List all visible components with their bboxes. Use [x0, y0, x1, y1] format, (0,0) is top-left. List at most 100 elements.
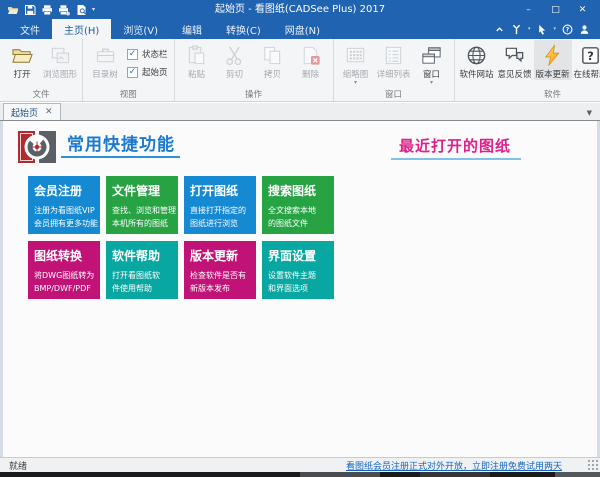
- tile-open-drawing[interactable]: 打开图纸 直接打开指定的 图纸进行浏览: [184, 176, 256, 234]
- detail-list-icon: [385, 46, 402, 65]
- tools-dropdown-icon[interactable]: ▾: [528, 26, 531, 32]
- detail-list-button: 详细列表: [375, 40, 413, 80]
- print-preview-icon[interactable]: [75, 4, 87, 16]
- tab-convert[interactable]: 转换(C): [214, 19, 273, 39]
- start-page-content: 常用快捷功能 最近打开的图纸 会员注册 注册为看图纸VIP 会员拥有更多功能 文…: [0, 121, 600, 457]
- scissors-icon: [226, 46, 242, 66]
- ribbon-group-operations: 粘贴 剪切 拷贝 删除 操作: [175, 39, 334, 101]
- pointer-dropdown-icon[interactable]: ▾: [553, 26, 556, 32]
- ribbon-group-file: 打开 浏览图形 文件: [0, 39, 83, 101]
- version-update-button[interactable]: 版本更新: [533, 40, 572, 80]
- maximize-button[interactable]: □: [542, 0, 569, 19]
- tab-list-dropdown-icon[interactable]: ▼: [587, 109, 600, 120]
- startpage-checkbox-row[interactable]: ✓ 起始页: [127, 66, 168, 78]
- status-ready-text: 就绪: [9, 461, 28, 472]
- directory-tree-button: 目录树: [86, 40, 124, 80]
- help-circle-icon[interactable]: ?: [562, 24, 573, 35]
- tab-edit[interactable]: 编辑: [170, 19, 214, 39]
- paste-button: 粘贴: [178, 40, 216, 80]
- recent-drawings-heading: 最近打开的图纸: [399, 137, 512, 155]
- open-file-icon[interactable]: [7, 4, 19, 16]
- tile-member-register[interactable]: 会员注册 注册为看图纸VIP 会员拥有更多功能: [28, 176, 100, 234]
- view-checkboxes: ✓ 状态栏 ✓ 起始页: [127, 40, 168, 78]
- help-box-icon: ?: [582, 47, 599, 64]
- ribbon-group-window: 缩略图 ▾ 详细列表 窗口 ▾ 窗口: [334, 39, 455, 101]
- tab-browse[interactable]: 浏览(V): [111, 19, 170, 39]
- user-account-icon[interactable]: [579, 24, 590, 35]
- window-controls: – □ ✕: [515, 0, 600, 19]
- statusbar-checkbox-row[interactable]: ✓ 状态栏: [127, 48, 168, 60]
- taskbar-item-blur: [420, 472, 490, 477]
- ribbon-group-view: 目录树 ✓ 状态栏 ✓ 起始页 视图: [83, 39, 175, 101]
- print-icon[interactable]: [41, 4, 53, 16]
- tab-netdisk[interactable]: 网盘(N): [273, 19, 332, 39]
- status-bar: 就绪 看图纸会员注册正式对外开放，立即注册免费试用两天: [0, 457, 600, 472]
- qat-customize-icon[interactable]: ▾: [92, 6, 95, 13]
- briefcase-icon: [96, 48, 114, 63]
- tab-start-page[interactable]: 起始页 ✕: [3, 103, 61, 120]
- cut-button: 剪切: [216, 40, 254, 80]
- tile-drawing-convert[interactable]: 图纸转换 将DWG图纸转为 BMP/DWF/PDF: [28, 241, 100, 299]
- delete-button: 删除: [292, 40, 330, 80]
- tile-software-help[interactable]: 软件帮助 打开看图纸软 件使用帮助: [106, 241, 178, 299]
- group-label-window: 窗口: [385, 90, 403, 100]
- save-icon[interactable]: [24, 4, 36, 16]
- start-page-tab-label: 起始页: [11, 108, 39, 119]
- cadsee-logo: [18, 131, 56, 163]
- member-register-link[interactable]: 看图纸会员注册正式对外开放，立即注册免费试用两天: [346, 459, 562, 472]
- online-help-button[interactable]: ? 在线帮助: [572, 40, 600, 80]
- feedback-bubbles-icon: [505, 47, 524, 63]
- taskbar-edge-strip: [0, 472, 600, 477]
- group-label-operations: 操作: [245, 90, 263, 100]
- window-button[interactable]: 窗口 ▾: [413, 40, 451, 86]
- svg-text:?: ?: [587, 49, 594, 63]
- thumbnail-grid-icon: [346, 47, 365, 63]
- statusbar-checkbox[interactable]: ✓: [127, 48, 138, 60]
- delete-icon: [303, 46, 320, 65]
- tab-home[interactable]: 主页(H): [52, 19, 112, 39]
- paste-icon: [188, 45, 205, 65]
- pointer-mode-icon[interactable]: [536, 24, 547, 35]
- startpage-checkbox[interactable]: ✓: [127, 66, 138, 78]
- thumbnail-button: 缩略图 ▾: [337, 40, 375, 86]
- document-tab-bar: 起始页 ✕ ▼: [0, 103, 600, 121]
- thumbnail-dropdown-icon: ▾: [354, 79, 358, 86]
- ribbon-group-software: 软件网站 意见反馈 版本更新 ? 在线帮助 软件注册 软件: [455, 39, 600, 101]
- open-button[interactable]: 打开: [3, 40, 41, 80]
- tile-version-update[interactable]: 版本更新 检查软件是否有 新版本发布: [184, 241, 256, 299]
- tab-file[interactable]: 文件: [8, 19, 52, 39]
- tools-icon[interactable]: [511, 24, 522, 35]
- group-label-file: 文件: [32, 90, 50, 100]
- group-label-software: 软件: [544, 90, 562, 100]
- browse-images-icon: [51, 47, 69, 64]
- tab-close-icon[interactable]: ✕: [45, 107, 53, 117]
- copy-button: 拷贝: [254, 40, 292, 80]
- title-bar: ▾ 起始页 - 看图纸(CADSee Plus) 2017 – □ ✕: [0, 0, 600, 19]
- software-website-button[interactable]: 软件网站: [458, 40, 496, 80]
- minimize-button[interactable]: –: [515, 0, 542, 19]
- right-heading-underline: [391, 158, 521, 160]
- cascade-windows-icon: [422, 47, 441, 64]
- copy-icon: [264, 46, 281, 65]
- browse-graphics-button: 浏览图形: [41, 40, 79, 80]
- feedback-button[interactable]: 意见反馈: [496, 40, 534, 80]
- collapse-ribbon-icon[interactable]: [494, 24, 505, 35]
- lightning-icon: [545, 44, 560, 66]
- taskbar-item-blur: [555, 472, 600, 477]
- resize-grip[interactable]: [588, 460, 599, 471]
- tile-file-management[interactable]: 文件管理 查找、浏览和管理 本机所有的图纸: [106, 176, 178, 234]
- svg-text:?: ?: [566, 26, 570, 33]
- common-functions-heading: 常用快捷功能: [67, 135, 175, 155]
- left-heading-underline: [61, 156, 180, 158]
- ribbon-tab-row: 文件 主页(H) 浏览(V) 编辑 转换(C) 网盘(N) ▾ ▾ ?: [0, 19, 600, 39]
- open-folder-icon: [11, 49, 33, 63]
- tile-search-drawing[interactable]: 搜索图纸 全文搜索本地 的图纸文件: [262, 176, 334, 234]
- close-button[interactable]: ✕: [569, 0, 596, 19]
- quick-print-icon[interactable]: [58, 4, 70, 16]
- titlebar-utility-icons: ▾ ▾ ?: [494, 19, 600, 39]
- window-dropdown-icon[interactable]: ▾: [430, 80, 433, 86]
- window-title: 起始页 - 看图纸(CADSee Plus) 2017: [214, 4, 386, 15]
- group-label-view: 视图: [119, 90, 137, 100]
- tile-interface-settings[interactable]: 界面设置 设置软件主题 和界面选项: [262, 241, 334, 299]
- globe-icon: [467, 46, 486, 65]
